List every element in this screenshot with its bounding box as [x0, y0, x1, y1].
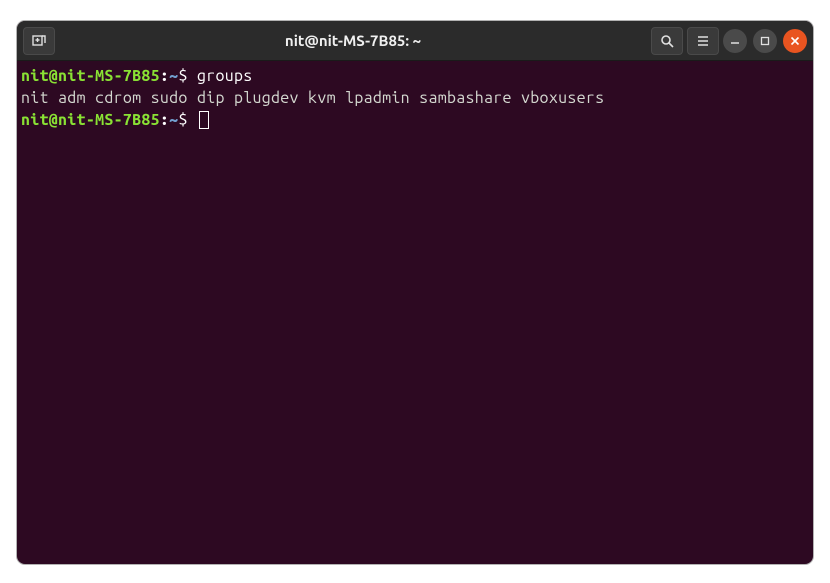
titlebar[interactable]: nit@nit-MS-7B85: ~ [17, 21, 813, 61]
prompt-user-host: nit@nit-MS-7B85 [21, 67, 160, 85]
window-controls [723, 29, 807, 53]
minimize-icon [730, 36, 740, 46]
command-text: groups [197, 67, 253, 85]
close-icon [790, 36, 800, 46]
search-icon [659, 33, 675, 49]
search-button[interactable] [651, 27, 683, 55]
maximize-button[interactable] [753, 29, 777, 53]
new-tab-button[interactable] [23, 27, 55, 55]
terminal-body[interactable]: nit@nit-MS-7B85:~$ groups nit adm cdrom … [17, 61, 813, 135]
prompt-colon: : [160, 67, 169, 85]
close-button[interactable] [783, 29, 807, 53]
new-tab-icon [31, 33, 47, 49]
cursor [199, 111, 209, 129]
prompt-sigil: $ [178, 111, 187, 129]
terminal-output: nit adm cdrom sudo dip plugdev kvm lpadm… [21, 87, 809, 109]
prompt-user-host: nit@nit-MS-7B85 [21, 111, 160, 129]
maximize-icon [760, 36, 770, 46]
terminal-window: nit@nit-MS-7B85: ~ [17, 21, 813, 564]
window-title: nit@nit-MS-7B85: ~ [59, 32, 647, 49]
terminal-line: nit@nit-MS-7B85:~$ [21, 109, 809, 131]
prompt-colon: : [160, 111, 169, 129]
terminal-line: nit@nit-MS-7B85:~$ groups [21, 65, 809, 87]
hamburger-icon [695, 33, 711, 49]
minimize-button[interactable] [723, 29, 747, 53]
prompt-sigil: $ [178, 67, 187, 85]
menu-button[interactable] [687, 27, 719, 55]
